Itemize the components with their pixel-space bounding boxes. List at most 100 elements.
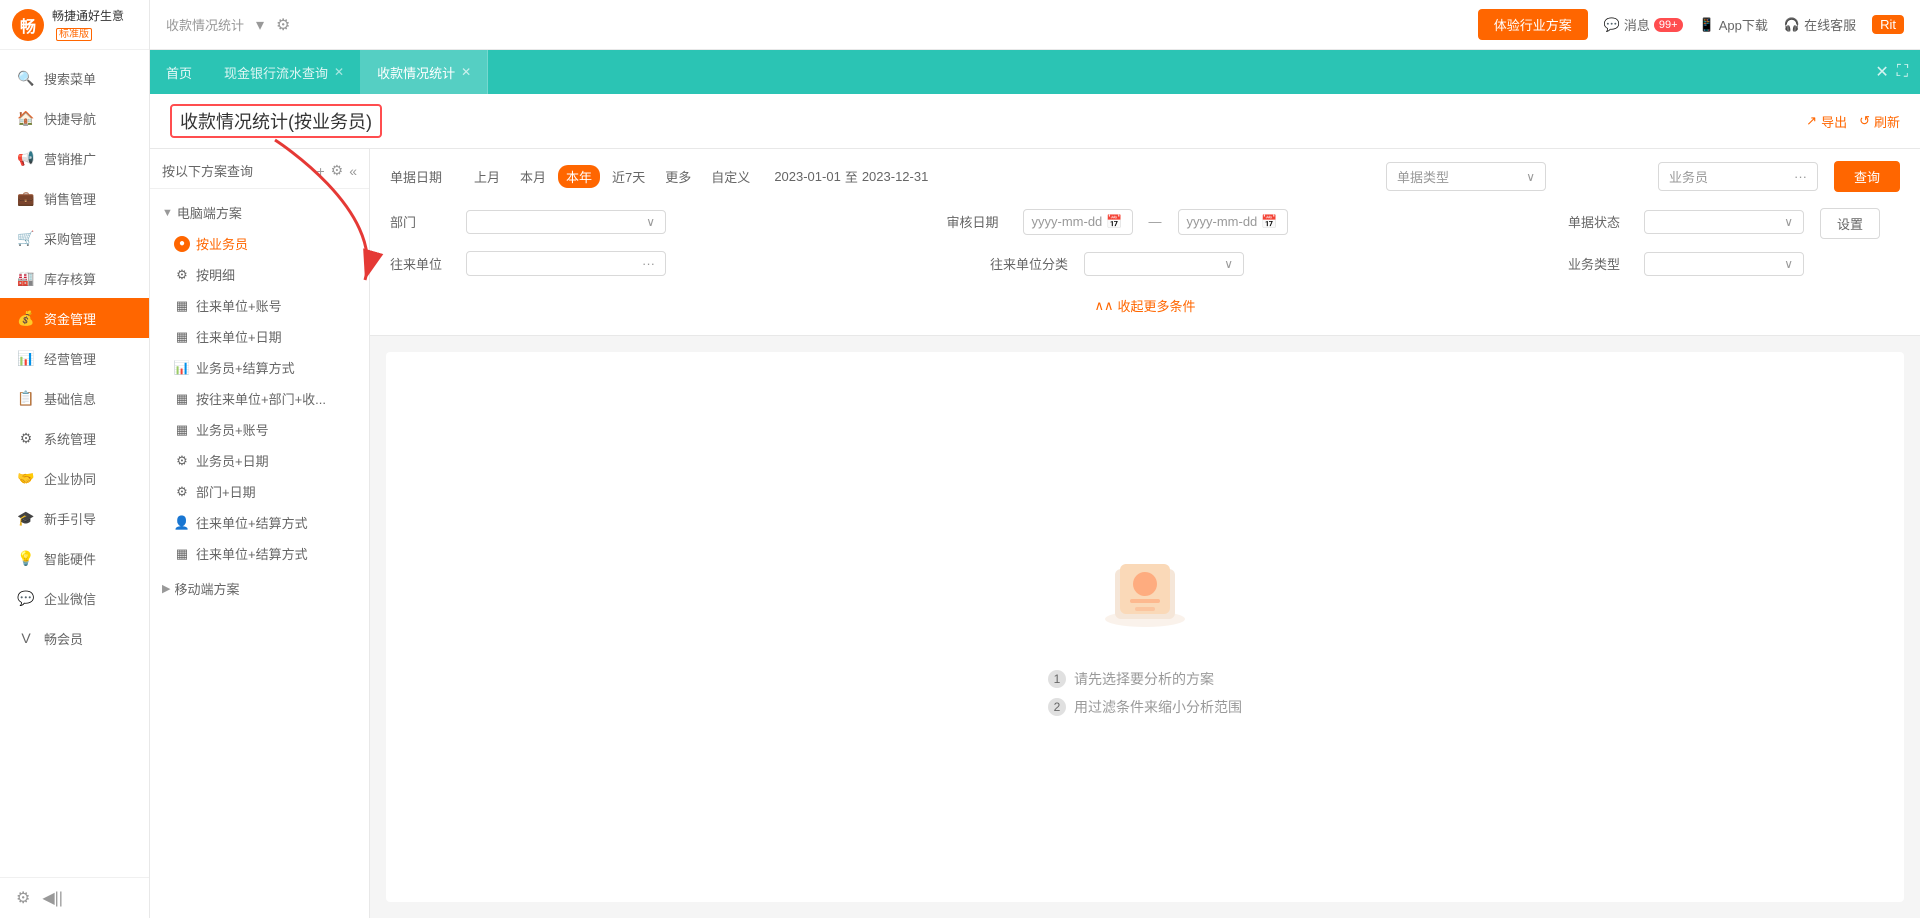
scheme-group-mobile: ▶ 移动端方案	[150, 573, 369, 604]
more-options-icon[interactable]: ···	[1794, 169, 1807, 184]
header-gear-icon[interactable]: ▾	[256, 15, 264, 35]
scheme-settings-icon[interactable]: ⚙	[331, 162, 344, 179]
sidebar-logo: 畅 畅捷通好生意 标准版	[0, 0, 149, 50]
date-tab-custom[interactable]: 自定义	[703, 165, 758, 188]
user-avatar[interactable]: Rit	[1872, 15, 1904, 34]
settings-button[interactable]: 设置	[1820, 208, 1880, 239]
salesperson-select[interactable]: 业务员 ···	[1658, 162, 1818, 191]
avatar-text: Rit	[1880, 17, 1896, 32]
nav-enterprise[interactable]: 🤝 企业协同	[0, 458, 149, 498]
add-scheme-icon[interactable]: +	[316, 163, 324, 179]
purchase-icon: 🛒	[16, 228, 36, 248]
export-btn[interactable]: ↗ 导出	[1806, 112, 1847, 131]
nav-beginner[interactable]: 🎓 新手引导	[0, 498, 149, 538]
trial-button[interactable]: 体验行业方案	[1478, 9, 1588, 40]
date-tab-this-year[interactable]: 本年	[558, 165, 600, 188]
nav-search-menu[interactable]: 🔍 搜索菜单	[0, 58, 149, 98]
nav-label: 搜索菜单	[44, 69, 96, 88]
detail-icon: ⚙	[174, 267, 190, 283]
audit-date-from[interactable]: yyyy-mm-dd 📅	[1023, 209, 1133, 235]
nav-sales[interactable]: 💼 销售管理	[0, 178, 149, 218]
business-type-select[interactable]: ∨	[1644, 252, 1804, 276]
nav-label: 快捷导航	[44, 109, 96, 128]
scheme-item-partner-settle2[interactable]: ▦ 往来单位+结算方式	[150, 538, 369, 569]
scheme-item-partner-account[interactable]: ▦ 往来单位+账号	[150, 290, 369, 321]
tab-expand-icon[interactable]: ⛶	[1897, 63, 1908, 81]
nav-purchase[interactable]: 🛒 采购管理	[0, 218, 149, 258]
partner-label: 往来单位	[390, 254, 450, 273]
tab-collection-label: 收款情况统计	[377, 63, 455, 82]
audit-date-to[interactable]: yyyy-mm-dd 📅	[1178, 209, 1288, 235]
voucher-status-select[interactable]: ∨	[1644, 210, 1804, 234]
home-icon: 🏠	[16, 108, 36, 128]
tab-collection-stats[interactable]: 收款情况统计 ✕	[361, 50, 488, 94]
group-desktop-label: 电脑端方案	[177, 203, 242, 222]
filter-row-2: 部门 ∨ 审核日期 yyyy-mm-dd 📅 — y	[390, 204, 1900, 239]
nav-inventory[interactable]: 🏭 库存核算	[0, 258, 149, 298]
scheme-item-by-salesperson[interactable]: ● 按业务员	[150, 228, 369, 259]
service-icon: 🎧	[1784, 17, 1800, 33]
date-separator: 至	[845, 167, 858, 186]
tab-bank-flow[interactable]: 现金银行流水查询 ✕	[208, 50, 361, 94]
scheme-item-dept-date[interactable]: ⚙ 部门+日期	[150, 476, 369, 507]
page-header: 收款情况统计(按业务员) ↗ 导出 ↺ 刷新	[150, 94, 1920, 149]
app-download-btn[interactable]: 📱 App下载	[1699, 15, 1768, 34]
query-button[interactable]: 查询	[1834, 161, 1900, 192]
nav-basic-info[interactable]: 📋 基础信息	[0, 378, 149, 418]
partner-category-label: 往来单位分类	[990, 254, 1068, 273]
tab-close-icon[interactable]: ✕	[334, 65, 344, 79]
nav-smart-hardware[interactable]: 💡 智能硬件	[0, 538, 149, 578]
logo-badge: 标准版	[56, 28, 92, 41]
notification-badge: 99+	[1654, 18, 1683, 32]
nav-member[interactable]: V 畅会员	[0, 618, 149, 658]
nav-marketing[interactable]: 📢 营销推广	[0, 138, 149, 178]
scheme-item-by-detail[interactable]: ⚙ 按明细	[150, 259, 369, 290]
settings-icon[interactable]: ⚙	[276, 15, 290, 35]
partner-category-select[interactable]: ∨	[1084, 252, 1244, 276]
date-tab-more[interactable]: 更多	[657, 165, 699, 188]
partner-more-icon[interactable]: ···	[642, 256, 655, 271]
tab-close-icon2[interactable]: ✕	[461, 65, 471, 79]
scheme-item-salesperson-settle[interactable]: 📊 业务员+结算方式	[150, 352, 369, 383]
scheme-group-mobile-header[interactable]: ▶ 移动端方案	[150, 573, 369, 604]
nav-operation[interactable]: 📊 经营管理	[0, 338, 149, 378]
nav-system[interactable]: ⚙ 系统管理	[0, 418, 149, 458]
partner-select[interactable]: ···	[466, 251, 666, 276]
settings-footer-icon[interactable]: ⚙	[16, 888, 30, 908]
nav-quick-nav[interactable]: 🏠 快捷导航	[0, 98, 149, 138]
dept-select[interactable]: ∨	[466, 210, 666, 234]
scheme-item-salesperson-account[interactable]: ▦ 业务员+账号	[150, 414, 369, 445]
collapse-icon: ∧∧	[1094, 298, 1113, 314]
voucher-type-select[interactable]: 单据类型 ∨	[1386, 162, 1546, 191]
nav-wechat[interactable]: 💬 企业微信	[0, 578, 149, 618]
scheme-item-salesperson-date[interactable]: ⚙ 业务员+日期	[150, 445, 369, 476]
scheme-group-desktop-header[interactable]: ▼ 电脑端方案	[150, 197, 369, 228]
tip-text-2: 用过滤条件来缩小分析范围	[1074, 697, 1242, 717]
left-panel: 按以下方案查询 + ⚙ « ▼ 电脑端方案 ● 按业务员	[150, 149, 370, 918]
collapse-panel-icon[interactable]: «	[349, 163, 357, 179]
export-icon: ↗	[1806, 113, 1817, 129]
group-expand-icon2: ▶	[162, 582, 170, 595]
tab-close-all-icon[interactable]: ✕	[1875, 62, 1888, 82]
tab-home[interactable]: 首页	[150, 50, 208, 94]
online-service-btn[interactable]: 🎧 在线客服	[1784, 15, 1856, 34]
date-tab-last-month[interactable]: 上月	[466, 165, 508, 188]
clock-icon2: ⚙	[174, 484, 190, 500]
date-tabs: 上月 本月 本年 近7天 更多 自定义	[466, 165, 758, 188]
message-btn[interactable]: 💬 消息 99+	[1604, 15, 1683, 34]
date-tab-7days[interactable]: 近7天	[604, 165, 653, 188]
scheme-item-partner-settle1[interactable]: 👤 往来单位+结算方式	[150, 507, 369, 538]
refresh-btn[interactable]: ↺ 刷新	[1859, 112, 1900, 131]
nav-label: 企业协同	[44, 469, 96, 488]
calendar-icon: 📅	[1106, 214, 1122, 230]
panel-title: 按以下方案查询	[162, 161, 253, 180]
scheme-item-partner-dept[interactable]: ▦ 按往来单位+部门+收...	[150, 383, 369, 414]
date-tab-this-month[interactable]: 本月	[512, 165, 554, 188]
scheme-item-partner-date[interactable]: ▦ 往来单位+日期	[150, 321, 369, 352]
group-expand-icon: ▼	[162, 207, 173, 219]
filter-area: 单据日期 上月 本月 本年 近7天 更多 自定义 2023-01-01 至	[370, 149, 1920, 336]
nav-finance[interactable]: 💰 资金管理	[0, 298, 149, 338]
collapse-filter-btn[interactable]: ∧∧ 收起更多条件	[1094, 296, 1195, 315]
dash: —	[1149, 214, 1162, 229]
collapse-sidebar-icon[interactable]: ◀||	[42, 888, 63, 908]
